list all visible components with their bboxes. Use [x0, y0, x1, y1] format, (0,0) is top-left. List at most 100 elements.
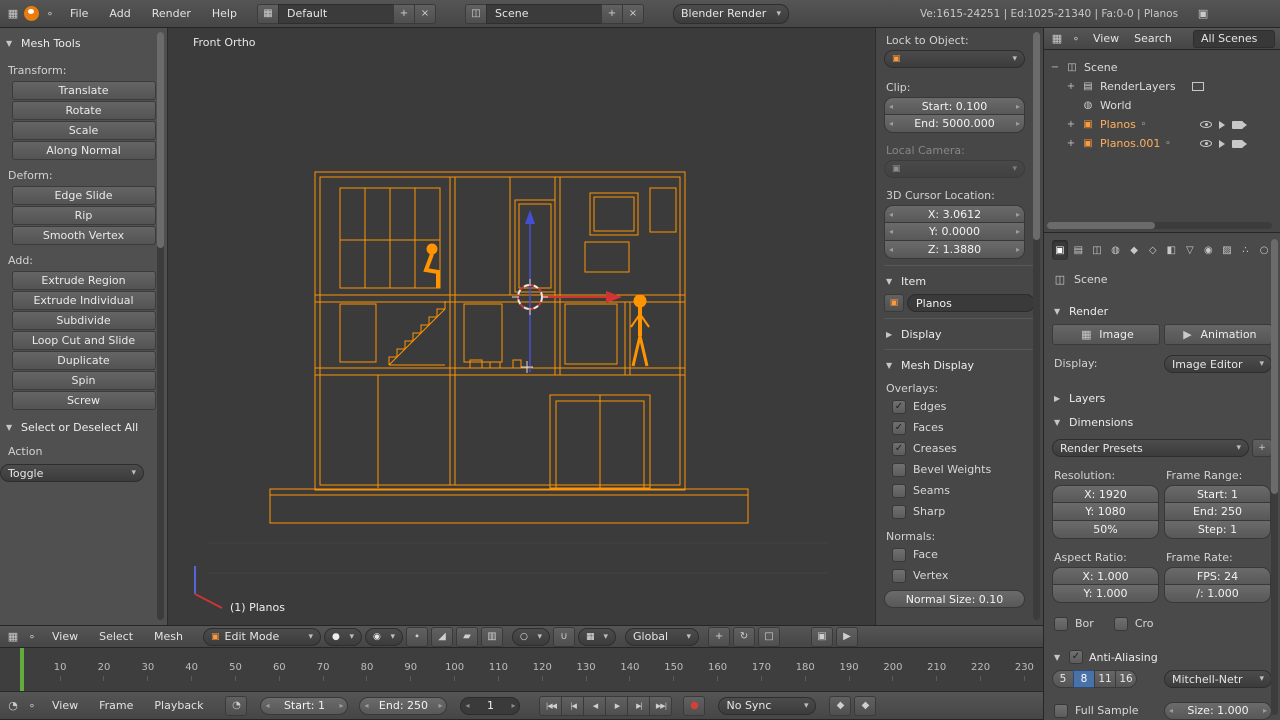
outliner-item-world[interactable]: ◍ World — [1044, 96, 1280, 115]
crop-checkbox[interactable]: Cro — [1112, 613, 1156, 634]
decrement-icon[interactable]: ◂ — [889, 102, 893, 111]
limit-to-visible-button[interactable]: ▥ — [481, 626, 504, 647]
timeline-end-field[interactable]: ◂ End: 250 ▸ — [359, 696, 448, 715]
tab-data-icon[interactable]: ▽ — [1182, 240, 1198, 260]
tab-modifiers-icon[interactable]: ◧ — [1163, 240, 1179, 260]
play-button[interactable]: ▶ — [605, 695, 629, 716]
viewport-canvas[interactable] — [168, 28, 875, 625]
frame-end-field[interactable]: End: 250 — [1164, 503, 1271, 521]
tab-object-icon[interactable]: ◆ — [1126, 240, 1142, 260]
add-preset-button[interactable]: + — [1252, 439, 1272, 457]
opengl-render-anim-button[interactable]: ▶ — [836, 626, 859, 647]
decrement-icon[interactable]: ◂ — [265, 701, 269, 710]
resolution-percent-slider[interactable]: 50% — [1052, 521, 1159, 539]
use-preview-range-toggle[interactable]: ◔ — [225, 695, 248, 716]
scrollbar-thumb[interactable] — [1271, 239, 1278, 494]
increment-icon[interactable]: ▸ — [1016, 227, 1020, 236]
spin-button[interactable]: Spin — [11, 371, 156, 390]
translate-button[interactable]: Translate — [11, 81, 156, 100]
jump-to-end-button[interactable]: ▶▶| — [649, 695, 673, 716]
frame-start-field[interactable]: Start: 1 — [1164, 485, 1271, 503]
menu-help[interactable]: Help — [203, 4, 246, 24]
tab-world-icon[interactable]: ◍ — [1108, 240, 1124, 260]
vertex-normals-checkbox[interactable]: Vertex — [884, 565, 1035, 586]
manipulator-scale-button[interactable]: □ — [758, 626, 781, 647]
face-normals-checkbox[interactable]: Face — [884, 544, 1035, 565]
keying-set-icon[interactable]: ◆ — [829, 695, 852, 716]
pivot-point-dropdown[interactable]: ◉ ▾ — [365, 627, 404, 646]
sync-mode-dropdown[interactable]: No Sync ▾ — [718, 696, 817, 715]
screw-button[interactable]: Screw — [11, 391, 156, 410]
increment-icon[interactable]: ▸ — [511, 701, 515, 710]
clip-end-field[interactable]: ◂ End: 5000.000 ▸ — [884, 115, 1025, 133]
menu-view[interactable]: View — [43, 696, 87, 716]
expand-toggle[interactable]: + — [1066, 119, 1076, 130]
fps-field[interactable]: FPS: 24 — [1164, 567, 1271, 585]
panel-item[interactable]: ▼ Item — [884, 272, 1035, 290]
item-name-field[interactable]: Planos — [907, 294, 1035, 312]
outliner-item-planos-001[interactable]: + ▣ Planos.001 ◦ — [1044, 134, 1280, 153]
scene-browse-button[interactable]: ◫ — [464, 3, 487, 24]
aa-samples-5-button[interactable]: 5 — [1052, 670, 1074, 688]
outliner-item-scene[interactable]: − ◫ Scene — [1044, 58, 1280, 77]
render-presets-dropdown[interactable]: Render Presets ▾ — [1052, 439, 1249, 457]
timeline-ruler[interactable]: 10 20 30 40 50 60 70 80 90 100 110 120 1… — [0, 648, 1043, 692]
frame-step-field[interactable]: Step: 1 — [1164, 521, 1271, 539]
properties-scrollbar[interactable] — [1271, 239, 1278, 715]
viewport-shading-dropdown[interactable]: ● ▾ — [324, 627, 363, 646]
tab-particles-icon[interactable]: ∴ — [1238, 240, 1254, 260]
local-camera-field[interactable]: ▣ ▾ — [884, 160, 1025, 178]
timeline-start-field[interactable]: ◂ Start: 1 ▸ — [260, 696, 349, 715]
increment-icon[interactable]: ▸ — [438, 701, 442, 710]
menu-view[interactable]: View — [43, 627, 87, 647]
scrollbar-thumb[interactable] — [1033, 32, 1040, 240]
creases-checkbox[interactable]: ✓ Creases — [884, 438, 1035, 459]
outliner-hscrollbar[interactable] — [1047, 222, 1272, 229]
selectability-arrow-icon[interactable] — [1219, 120, 1225, 129]
scene-name-field[interactable]: Scene — [485, 3, 602, 24]
manipulator-translate-button[interactable]: + — [708, 626, 731, 647]
previous-keyframe-button[interactable]: |◀ — [561, 695, 585, 716]
action-dropdown[interactable]: Toggle ▾ — [0, 464, 144, 482]
next-keyframe-button[interactable]: ▶| — [627, 695, 651, 716]
expand-toggle[interactable]: + — [1066, 138, 1076, 149]
decrement-icon[interactable]: ◂ — [1169, 706, 1173, 715]
jump-to-start-button[interactable]: |◀◀ — [539, 695, 563, 716]
aa-size-field[interactable]: ◂ Size: 1.000 ▸ — [1164, 701, 1272, 720]
tab-texture-icon[interactable]: ▨ — [1219, 240, 1235, 260]
lock-object-field[interactable]: ▣ ▾ — [884, 50, 1025, 68]
render-display-dropdown[interactable]: Image Editor ▾ — [1164, 355, 1272, 373]
tab-constraints-icon[interactable]: ◇ — [1145, 240, 1161, 260]
rip-button[interactable]: Rip — [11, 206, 156, 225]
panel-layers[interactable]: ▶ Layers — [1052, 389, 1272, 407]
cursor-y-field[interactable]: ◂ Y: 0.0000 ▸ — [884, 223, 1025, 241]
scene-delete-button[interactable]: × — [621, 3, 644, 24]
outliner-item-renderlayers[interactable]: + ▤ RenderLayers — [1044, 77, 1280, 96]
increment-icon[interactable]: ▸ — [1016, 102, 1020, 111]
decrement-icon[interactable]: ◂ — [889, 210, 893, 219]
panel-anti-aliasing[interactable]: ▼ ✓ Anti-Aliasing — [1052, 648, 1272, 666]
layout-browse-button[interactable]: ▦ — [256, 3, 279, 24]
aa-samples-11-button[interactable]: 11 — [1094, 670, 1116, 688]
panel-mesh-display[interactable]: ▼ Mesh Display — [884, 356, 1035, 374]
snap-magnet-button[interactable]: ∪ — [553, 626, 576, 647]
face-select-mode-button[interactable]: ▰ — [456, 626, 479, 647]
border-checkbox[interactable]: Bor — [1052, 613, 1096, 634]
subdivide-button[interactable]: Subdivide — [11, 311, 156, 330]
sharp-checkbox[interactable]: Sharp — [884, 501, 1035, 522]
resolution-x-field[interactable]: X: 1920 — [1052, 485, 1159, 503]
expand-toggle[interactable]: − — [1050, 62, 1060, 73]
editor-type-info-icon[interactable]: ▦ — [5, 7, 21, 20]
mode-dropdown[interactable]: ▣ Edit Mode ▾ — [203, 627, 322, 646]
current-frame-field[interactable]: ◂ 1 ▸ — [460, 696, 521, 715]
layout-add-button[interactable]: + — [392, 3, 415, 24]
panel-dimensions[interactable]: ▼ Dimensions — [1052, 413, 1272, 431]
visibility-eye-icon[interactable] — [1200, 140, 1212, 147]
renderability-camera-icon[interactable] — [1232, 120, 1247, 129]
loop-cut-button[interactable]: Loop Cut and Slide — [11, 331, 156, 350]
menu-mesh[interactable]: Mesh — [145, 627, 192, 647]
layout-name-field[interactable]: Default — [277, 3, 394, 24]
panel-display[interactable]: ▶ Display — [884, 325, 1035, 343]
rotate-button[interactable]: Rotate — [11, 101, 156, 120]
selectability-arrow-icon[interactable] — [1219, 139, 1225, 148]
